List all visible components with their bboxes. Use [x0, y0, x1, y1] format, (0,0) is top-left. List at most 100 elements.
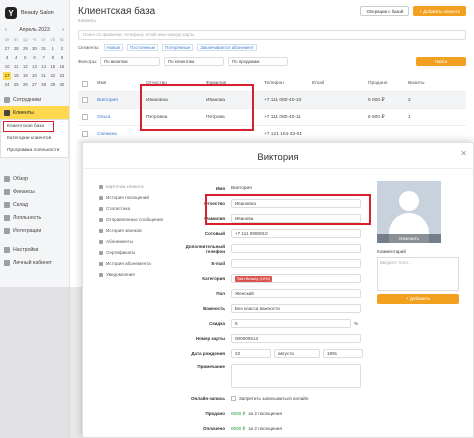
gender-select[interactable]: Женский [231, 289, 361, 298]
filter-sales-select[interactable]: По продажам [228, 57, 288, 66]
calendar-day[interactable]: 14 [40, 63, 48, 71]
calendar-day[interactable]: 5 [21, 54, 29, 62]
segment-new[interactable]: Новые [103, 44, 124, 51]
table-row[interactable]: Ольга Петровна Петрова +7 111 080-40-11 … [78, 109, 466, 126]
tab-client-card[interactable]: Карточка клиента [99, 181, 177, 192]
cal-prev-icon[interactable]: ‹ [5, 27, 7, 33]
mobile-field[interactable]: +7 111 0808010 [231, 229, 361, 238]
birth-month-select[interactable]: августа [274, 349, 320, 358]
calendar-day[interactable]: 12 [21, 63, 29, 71]
search-input[interactable]: Поиск по фамилии, телефону, email или но… [78, 30, 466, 40]
find-button[interactable]: Найти [416, 57, 466, 66]
col-visits[interactable]: Визиты [408, 81, 434, 86]
calendar-day[interactable]: 22 [49, 72, 57, 80]
segment-subscription-ending[interactable]: Заканчивается абонемент [197, 44, 257, 51]
calendar-day[interactable]: 28 [12, 45, 20, 53]
client-name-link[interactable]: Ольга [94, 115, 142, 120]
col-name[interactable]: Имя [94, 81, 142, 86]
row-checkbox[interactable] [82, 131, 88, 137]
tab-statistics[interactable]: Статистика [99, 203, 177, 214]
discount-field[interactable]: 5 [231, 319, 351, 328]
row-checkbox[interactable] [82, 114, 88, 120]
close-icon[interactable]: ✕ [460, 149, 467, 158]
calendar-day[interactable]: 16 [58, 63, 66, 71]
calendar-day[interactable]: 15 [49, 63, 57, 71]
tab-subscriptions[interactable]: Абонементы [99, 236, 177, 247]
add-comment-button[interactable]: + Добавить [377, 294, 459, 304]
calendar-day[interactable]: 1 [49, 45, 57, 53]
comment-input[interactable]: Введите текст... [377, 257, 459, 291]
tab-certificates[interactable]: Сертификаты [99, 247, 177, 258]
email-field[interactable] [231, 259, 361, 268]
calendar-day[interactable]: 18 [12, 72, 20, 80]
calendar-day[interactable]: 21 [40, 72, 48, 80]
category-tag[interactable]: Skin Beauty (10%) [235, 276, 273, 282]
name-value[interactable]: Виктория [231, 186, 252, 191]
calendar-day[interactable]: 28 [40, 81, 48, 89]
calendar-day[interactable]: 9 [58, 54, 66, 62]
select-all-checkbox[interactable] [82, 80, 88, 87]
base-operations-button[interactable]: Операции с базой [360, 6, 410, 16]
extra-phone-field[interactable] [231, 244, 361, 253]
sidebar-item-loyalty[interactable]: Лояльность [0, 211, 69, 224]
sidebar-item-integrations[interactable]: Интеграции [0, 224, 69, 237]
calendar-day[interactable]: 8 [49, 54, 57, 62]
add-client-button[interactable]: + Добавить клиента [413, 6, 466, 16]
tab-visit-history[interactable]: История посещений [99, 192, 177, 203]
sidebar-item-warehouse[interactable]: Склад [0, 198, 69, 211]
client-name-link[interactable]: Снежана [94, 132, 142, 137]
calendar-day[interactable]: 10 [3, 63, 11, 71]
calendar-day[interactable]: 30 [30, 45, 38, 53]
row-checkbox[interactable] [82, 97, 88, 103]
calendar-day[interactable]: 4 [12, 54, 20, 62]
submenu-item-client-categories[interactable]: Категории клиентов [1, 133, 68, 145]
tab-notifications[interactable]: Уведомления [99, 269, 177, 280]
sidebar-item-overview[interactable]: Обзор [0, 172, 69, 185]
sidebar-item-clients[interactable]: Клиенты [0, 106, 69, 119]
calendar-day[interactable]: 27 [30, 81, 38, 89]
online-booking-checkbox[interactable] [231, 396, 236, 401]
sidebar-item-finance[interactable]: Финансы [0, 185, 69, 198]
sidebar-item-account[interactable]: Личный кабинет [0, 256, 69, 269]
col-sold[interactable]: Продано [368, 81, 408, 86]
table-row[interactable]: Виктория Ивановна Иванова +7 111 080-40-… [78, 92, 466, 109]
filter-visits-select[interactable]: По визитам [100, 57, 160, 66]
note-field[interactable] [231, 364, 361, 388]
tab-call-history[interactable]: История звонков [99, 225, 177, 236]
calendar-day[interactable]: 27 [3, 45, 11, 53]
table-row[interactable]: Снежана +7 121 104-43-01 [78, 126, 466, 143]
tab-sent-messages[interactable]: Отправленные сообщения [99, 214, 177, 225]
calendar-day[interactable]: 31 [40, 45, 48, 53]
calendar-day[interactable]: 24 [3, 81, 11, 89]
calendar-day[interactable]: 30 [58, 81, 66, 89]
sidebar-item-settings[interactable]: Настройки [0, 243, 69, 256]
cal-next-icon[interactable]: › [62, 27, 64, 33]
calendar-day[interactable]: 20 [30, 72, 38, 80]
filter-clients-select[interactable]: По клиентам [164, 57, 224, 66]
client-name-link[interactable]: Виктория [94, 98, 142, 103]
breadcrumb[interactable]: Клиенты [78, 18, 155, 23]
importance-select[interactable]: Без класса важности [231, 304, 361, 313]
segment-regular[interactable]: Постоянные [127, 44, 159, 51]
calendar-day[interactable]: 6 [30, 54, 38, 62]
calendar-day[interactable]: 2 [58, 45, 66, 53]
card-number-field[interactable]: 000000613 [231, 334, 361, 343]
avatar[interactable]: Изменить [377, 181, 441, 243]
submenu-item-client-base[interactable]: Клиентская база [3, 121, 54, 132]
calendar-day[interactable]: 11 [12, 63, 20, 71]
calendar-day[interactable]: 13 [30, 63, 38, 71]
submenu-item-loyalty-program[interactable]: Программа лояльности [1, 145, 68, 157]
calendar-day[interactable]: 26 [21, 81, 29, 89]
segment-lost[interactable]: Потерянные [162, 44, 194, 51]
calendar-day[interactable]: 23 [58, 72, 66, 80]
tab-subscription-history[interactable]: История абонемента [99, 258, 177, 269]
category-field[interactable]: Skin Beauty (10%) [231, 274, 361, 283]
calendar-day[interactable]: 7 [40, 54, 48, 62]
birth-day-select[interactable]: 23 [231, 349, 271, 358]
calendar-day[interactable]: 17 [3, 72, 12, 80]
calendar-day[interactable]: 29 [21, 45, 29, 53]
birth-year-select[interactable]: 1991 [323, 349, 363, 358]
calendar-day[interactable]: 19 [21, 72, 29, 80]
col-phone[interactable]: Телефон [264, 81, 312, 86]
calendar-day[interactable]: 3 [3, 54, 11, 62]
